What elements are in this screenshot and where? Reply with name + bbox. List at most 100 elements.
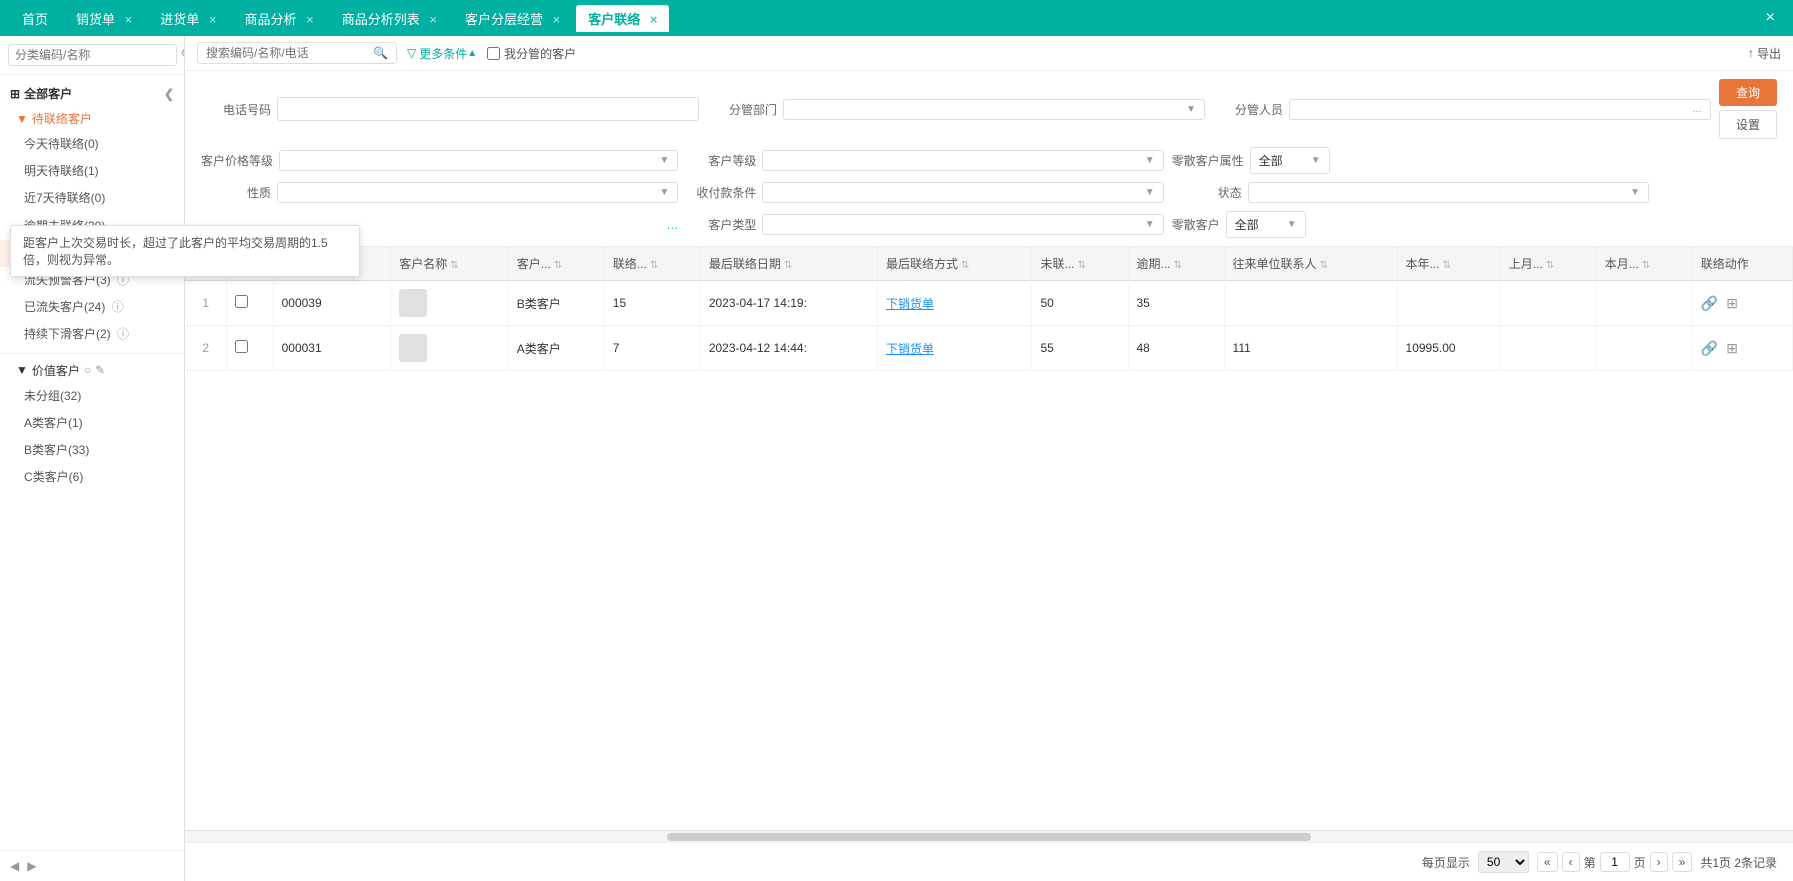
row-code-2: 000031 bbox=[273, 326, 391, 371]
settings-button[interactable]: 设置 bbox=[1719, 110, 1777, 139]
collapse-arrow-icon[interactable]: ❮ bbox=[164, 87, 174, 101]
row-this-month-1 bbox=[1596, 281, 1692, 326]
nav-product-analysis[interactable]: 商品分析 × bbox=[232, 5, 325, 32]
prev-page-btn[interactable]: ‹ bbox=[1562, 852, 1580, 872]
row-checkbox-2[interactable] bbox=[227, 326, 273, 371]
col-overdue: 逾期...⇅ bbox=[1128, 247, 1224, 281]
row-last-method-1[interactable]: 下销货单 bbox=[877, 281, 1032, 326]
sidebar-item-7days[interactable]: 近7天待联络(0) bbox=[0, 185, 184, 212]
sort-icon-this-month[interactable]: ⇅ bbox=[1642, 260, 1650, 271]
sort-icon-person[interactable]: ⇅ bbox=[1320, 260, 1328, 271]
dept-select[interactable]: ▼ bbox=[783, 99, 1205, 120]
next-page-btn[interactable]: › bbox=[1650, 852, 1668, 872]
status-select[interactable]: ▼ bbox=[1248, 182, 1649, 203]
sort-icon-method[interactable]: ⇅ bbox=[961, 260, 969, 271]
sidebar-nav-left[interactable]: ◀ bbox=[6, 857, 23, 875]
search-icon[interactable]: 🔍 bbox=[373, 46, 388, 60]
row-checkbox-1[interactable] bbox=[227, 281, 273, 326]
person-select[interactable]: … bbox=[1289, 99, 1711, 120]
filter-icon: ▽ bbox=[407, 46, 416, 60]
search-input[interactable] bbox=[206, 46, 369, 60]
export-button[interactable]: ↑ 导出 bbox=[1748, 45, 1781, 62]
table-row: 1 000039 B类客户 15 2023-04-17 14:19: 下销货单 … bbox=[185, 281, 1793, 326]
sort-icon-year[interactable]: ⇅ bbox=[1443, 260, 1451, 271]
nav-purchase[interactable]: 进货单 × bbox=[148, 5, 228, 32]
sidebar-item-declining[interactable]: 持续下滑客户(2) ⓘ bbox=[0, 321, 184, 348]
nav-product-analysis-close[interactable]: × bbox=[306, 12, 314, 27]
sidebar-item-class-c[interactable]: C类客户(6) bbox=[0, 464, 184, 491]
more-conditions-btn[interactable]: ▽ 更多条件 ▲ bbox=[407, 45, 477, 62]
grid-action-icon-1[interactable]: ⊞ bbox=[1726, 295, 1738, 312]
table-row: 2 000031 A类客户 7 2023-04-12 14:44: 下销货单 5… bbox=[185, 326, 1793, 371]
customer-type-arrow: ▼ bbox=[1145, 219, 1155, 230]
row-no-contact-2: 55 bbox=[1032, 326, 1128, 371]
sidebar-search-input[interactable] bbox=[8, 44, 177, 66]
price-grade-select[interactable]: ▼ bbox=[279, 150, 678, 171]
row-overdue-2: 48 bbox=[1128, 326, 1224, 371]
nav-customer-tier-close[interactable]: × bbox=[553, 12, 561, 27]
sort-icon-date[interactable]: ⇅ bbox=[784, 260, 792, 271]
sort-icon-no-contact[interactable]: ⇅ bbox=[1077, 260, 1085, 271]
nav-home[interactable]: 首页 bbox=[10, 5, 60, 32]
per-page-select[interactable]: 50 100 200 bbox=[1478, 851, 1529, 873]
sidebar-item-churned[interactable]: 已流失客户(24) ⓘ bbox=[0, 294, 184, 321]
sidebar-item-class-a[interactable]: A类客户(1) bbox=[0, 410, 184, 437]
my-customers-checkbox[interactable] bbox=[487, 47, 500, 60]
row-year-2: 10995.00 bbox=[1397, 326, 1500, 371]
table-footer: 每页显示 50 100 200 « ‹ 第 页 › » 共1页 2条记录 bbox=[185, 842, 1793, 881]
link-icon-2[interactable]: 🔗 bbox=[1701, 340, 1718, 357]
first-page-btn[interactable]: « bbox=[1537, 852, 1558, 872]
sidebar-item-tomorrow[interactable]: 明天待联络(1) bbox=[0, 158, 184, 185]
scatter-attr-select[interactable]: 全部 ▼ bbox=[1250, 147, 1330, 174]
payment-select[interactable]: ▼ bbox=[762, 182, 1163, 203]
filter-more-dots[interactable]: … bbox=[666, 218, 678, 232]
nav-sales-close[interactable]: × bbox=[125, 12, 133, 27]
filter-actions: 查询 设置 bbox=[1719, 79, 1777, 139]
sidebar-item-today[interactable]: 今天待联络(0) bbox=[0, 131, 184, 158]
filter-cell-nature: 性质 ▼ bbox=[201, 182, 678, 203]
last-page-btn[interactable]: » bbox=[1672, 852, 1693, 872]
action-icons-1: 🔗 ⊞ bbox=[1701, 295, 1784, 312]
sort-icon-overdue[interactable]: ⇅ bbox=[1174, 260, 1182, 271]
query-button[interactable]: 查询 bbox=[1719, 79, 1777, 106]
nav-sales[interactable]: 销货单 × bbox=[64, 5, 144, 32]
grid-action-icon-2[interactable]: ⊞ bbox=[1726, 340, 1738, 357]
customer-type-select[interactable]: ▼ bbox=[762, 214, 1163, 235]
sidebar-value-group-title[interactable]: ▼ 价值客户 ○ ✎ bbox=[0, 358, 184, 383]
sort-icon-name[interactable]: ⇅ bbox=[450, 260, 458, 271]
search-input-wrapper: 🔍 bbox=[197, 42, 397, 64]
sort-icon-last-month[interactable]: ⇅ bbox=[1546, 260, 1554, 271]
horizontal-scrollbar[interactable] bbox=[185, 830, 1793, 842]
status-label: 状态 bbox=[1172, 184, 1242, 201]
sidebar-pending-group-title[interactable]: ▼ 待联络客户 bbox=[0, 106, 184, 131]
scrollbar-thumb[interactable] bbox=[667, 833, 1310, 841]
sort-icon-type[interactable]: ⇅ bbox=[554, 260, 562, 271]
nav-customer-contact-close[interactable]: × bbox=[650, 12, 658, 27]
window-close-button[interactable]: × bbox=[1758, 9, 1783, 27]
nav-customer-tier[interactable]: 客户分层经营 × bbox=[453, 5, 572, 32]
row-last-method-2[interactable]: 下销货单 bbox=[877, 326, 1032, 371]
link-icon-1[interactable]: 🔗 bbox=[1701, 295, 1718, 312]
nav-product-list[interactable]: 商品分析列表 × bbox=[330, 5, 449, 32]
scatter-select[interactable]: 全部 ▼ bbox=[1226, 211, 1306, 238]
advanced-filter: 电话号码 分管部门 ▼ 分管人员 … bbox=[185, 71, 1793, 247]
nav-customer-contact[interactable]: 客户联络 × bbox=[576, 5, 669, 32]
nav-product-list-close[interactable]: × bbox=[429, 12, 437, 27]
nav-purchase-close[interactable]: × bbox=[209, 12, 217, 27]
phone-input[interactable] bbox=[277, 97, 699, 121]
sidebar-item-ungrouped[interactable]: 未分组(32) bbox=[0, 383, 184, 410]
sidebar-nav-right[interactable]: ▶ bbox=[23, 857, 40, 875]
top-nav: 首页 销货单 × 进货单 × 商品分析 × 商品分析列表 × 客户分层经营 × … bbox=[0, 0, 1793, 36]
customer-grade-select[interactable]: ▼ bbox=[762, 150, 1163, 171]
edit-icon[interactable]: ○ bbox=[84, 363, 91, 377]
nature-select[interactable]: ▼ bbox=[277, 182, 678, 203]
row-last-month-2 bbox=[1500, 326, 1596, 371]
sort-icon-contact[interactable]: ⇅ bbox=[650, 260, 658, 271]
sidebar-all-customers[interactable]: ⊞ 全部客户 ❮ bbox=[0, 81, 184, 106]
page-input[interactable] bbox=[1600, 852, 1630, 872]
page-label: 第 bbox=[1584, 854, 1596, 871]
scatter-attr-arrow: ▼ bbox=[1311, 155, 1321, 166]
edit-icon2[interactable]: ✎ bbox=[95, 363, 105, 377]
info-icon3: ⓘ bbox=[112, 300, 124, 314]
sidebar-item-class-b[interactable]: B类客户(33) bbox=[0, 437, 184, 464]
